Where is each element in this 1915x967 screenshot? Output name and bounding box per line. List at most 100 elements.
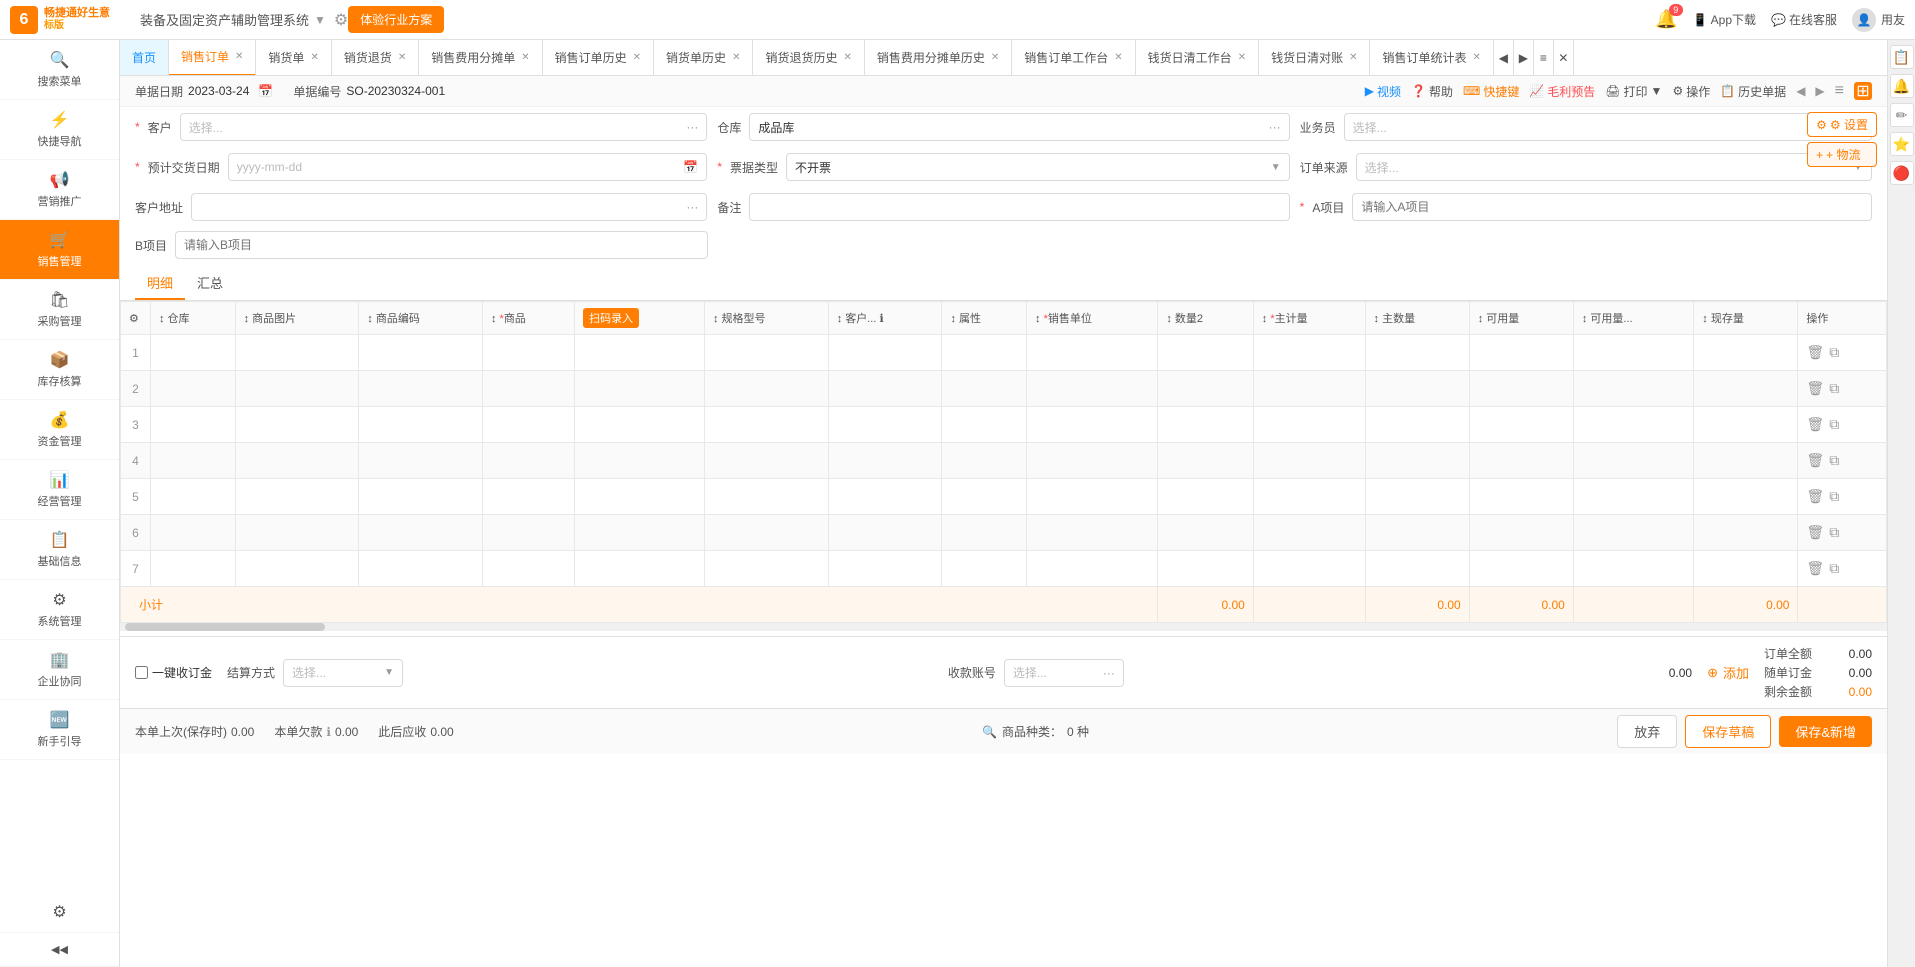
- sidebar-item-basic-info[interactable]: 📋 基础信息: [0, 520, 119, 580]
- help-btn[interactable]: ❓ 帮助: [1411, 83, 1453, 100]
- online-service-btn[interactable]: 💬 在线客服: [1771, 11, 1837, 28]
- invoice-type-select[interactable]: 不开票 ▼: [786, 153, 1290, 181]
- sidebar-item-collapse[interactable]: ◀◀: [0, 933, 119, 967]
- row-2-available[interactable]: [1469, 371, 1573, 407]
- row-1-warehouse[interactable]: [151, 335, 236, 371]
- sidebar-item-enterprise[interactable]: 🏢 企业协同: [0, 640, 119, 700]
- sidebar-item-system[interactable]: ⚙ 系统管理: [0, 580, 119, 640]
- tab-invoice[interactable]: 销货单 ✕: [256, 40, 331, 76]
- row-2-image[interactable]: [235, 371, 359, 407]
- row-1-sales-unit[interactable]: [1027, 335, 1158, 371]
- copy-icon-6[interactable]: ⧉: [1829, 524, 1839, 541]
- delivery-date-input[interactable]: yyyy-mm-dd 📅: [228, 153, 708, 181]
- tab-order-report[interactable]: 销售订单统计表 ✕: [1370, 40, 1493, 76]
- row-1-customer-code[interactable]: [828, 335, 942, 371]
- row-2-code[interactable]: [359, 371, 483, 407]
- split-view-icon[interactable]: ⊞: [1854, 82, 1872, 100]
- row-1-product[interactable]: [482, 335, 574, 371]
- customer-select[interactable]: 选择... ···: [180, 113, 708, 141]
- row-1-scan[interactable]: [575, 335, 705, 371]
- scroll-indicator[interactable]: [120, 623, 1887, 631]
- scan-btn[interactable]: 扫码录入: [583, 308, 639, 328]
- add-product-float-btn[interactable]: + + 物流: [1807, 142, 1877, 167]
- copy-icon-1[interactable]: ⧉: [1829, 344, 1839, 361]
- right-panel-icon-5[interactable]: 🔴: [1890, 161, 1914, 185]
- row-1-attribute[interactable]: [942, 335, 1027, 371]
- tab-close-return[interactable]: ✕: [398, 52, 406, 63]
- profit-btn[interactable]: 📈 毛利预告: [1529, 83, 1595, 100]
- delete-icon-2[interactable]: 🗑: [1806, 380, 1824, 397]
- tab-close-order-report[interactable]: ✕: [1473, 52, 1481, 63]
- row-3-scan[interactable]: [575, 407, 705, 443]
- delete-icon-5[interactable]: 🗑: [1806, 488, 1824, 505]
- row-3-qty2[interactable]: [1158, 407, 1253, 443]
- tab-close-expense-split[interactable]: ✕: [521, 52, 529, 63]
- delete-icon-7[interactable]: 🗑: [1806, 560, 1824, 577]
- add-payment-btn[interactable]: ⊕ 添加: [1707, 663, 1749, 682]
- delete-icon-3[interactable]: 🗑: [1806, 416, 1824, 433]
- tab-home[interactable]: 首页: [120, 40, 169, 76]
- row-2-scan[interactable]: [575, 371, 705, 407]
- history-btn[interactable]: 📋 历史单据: [1720, 83, 1786, 100]
- tab-close-order-workbench[interactable]: ✕: [1114, 52, 1122, 63]
- tab-order-history[interactable]: 销售订单历史 ✕: [543, 40, 654, 76]
- settings-icon[interactable]: ⚙: [334, 10, 348, 30]
- row-1-stock[interactable]: [1694, 335, 1798, 371]
- calendar-icon[interactable]: 📅: [258, 84, 273, 98]
- row-1-main-unit[interactable]: [1253, 335, 1365, 371]
- tab-close-expense-history[interactable]: ✕: [991, 52, 999, 63]
- copy-icon-2[interactable]: ⧉: [1829, 380, 1839, 397]
- tab-order-workbench[interactable]: 销售订单工作台 ✕: [1012, 40, 1135, 76]
- row-3-main-unit[interactable]: [1253, 407, 1365, 443]
- grid-view-icon[interactable]: ≡: [1835, 82, 1844, 100]
- right-panel-icon-1[interactable]: 📋: [1890, 45, 1914, 69]
- receipt-account-select[interactable]: 选择... ···: [1004, 659, 1124, 687]
- industry-btn[interactable]: 体验行业方案: [348, 6, 444, 33]
- shortcut-btn[interactable]: ⌨ 快捷键: [1463, 83, 1519, 100]
- row-3-available2[interactable]: [1573, 407, 1693, 443]
- row-2-product[interactable]: [482, 371, 574, 407]
- sidebar-item-inventory[interactable]: 📦 库存核算: [0, 340, 119, 400]
- row-1-available[interactable]: [1469, 335, 1573, 371]
- row-1-available2[interactable]: [1573, 335, 1693, 371]
- row-2-spec[interactable]: [704, 371, 828, 407]
- operation-btn[interactable]: ⚙ 操作: [1672, 83, 1710, 100]
- copy-icon-7[interactable]: ⧉: [1829, 560, 1839, 577]
- notification-area[interactable]: 🔔 9: [1655, 9, 1677, 30]
- sidebar-item-settings[interactable]: ⚙: [0, 892, 119, 933]
- tab-expense-split[interactable]: 销售费用分摊单 ✕: [419, 40, 542, 76]
- row-2-main-qty[interactable]: [1365, 371, 1469, 407]
- right-panel-icon-2[interactable]: 🔔: [1890, 74, 1914, 98]
- row-3-warehouse[interactable]: [151, 407, 236, 443]
- sidebar-item-finance[interactable]: 💰 资金管理: [0, 400, 119, 460]
- tab-close-return-history[interactable]: ✕: [843, 52, 851, 63]
- row-1-image[interactable]: [235, 335, 359, 371]
- row-2-sales-unit[interactable]: [1027, 371, 1158, 407]
- tab-close-invoice-history[interactable]: ✕: [732, 52, 740, 63]
- row-2-warehouse[interactable]: [151, 371, 236, 407]
- tab-close-all-btn[interactable]: ✕: [1554, 40, 1574, 76]
- tab-daily-workbench[interactable]: 钱货日清工作台 ✕: [1136, 40, 1259, 76]
- row-2-available2[interactable]: [1573, 371, 1693, 407]
- delete-icon-1[interactable]: 🗑: [1806, 344, 1824, 361]
- sidebar-item-newbie[interactable]: 🆕 新手引导: [0, 700, 119, 760]
- print-dropdown-icon[interactable]: ▼: [1651, 84, 1663, 98]
- save-new-btn[interactable]: 保存&新增: [1779, 716, 1872, 747]
- tab-close-daily-workbench[interactable]: ✕: [1238, 52, 1246, 63]
- discard-btn[interactable]: 放弃: [1617, 715, 1677, 748]
- row-3-spec[interactable]: [704, 407, 828, 443]
- sidebar-item-purchase[interactable]: 🛍 采购管理: [0, 280, 119, 340]
- right-panel-icon-3[interactable]: ✏: [1890, 103, 1914, 127]
- nav-prev-icon[interactable]: ◀: [1796, 84, 1805, 98]
- tab-return-history[interactable]: 销货退货历史 ✕: [753, 40, 864, 76]
- sidebar-item-marketing[interactable]: 📢 营销推广: [0, 160, 119, 220]
- warehouse-select[interactable]: 成品库 ···: [749, 113, 1289, 141]
- payment-method-select[interactable]: 选择... ▼: [283, 659, 403, 687]
- sidebar-item-quicknav[interactable]: ⚡ 快捷导航: [0, 100, 119, 160]
- row-2-customer-code[interactable]: [828, 371, 942, 407]
- one-click-checkbox[interactable]: [135, 666, 148, 679]
- tab-prev-btn[interactable]: ◀: [1494, 40, 1514, 76]
- tab-sales-order[interactable]: 销售订单 ✕: [169, 40, 256, 76]
- col-settings[interactable]: ⚙: [121, 302, 151, 335]
- tab-menu-btn[interactable]: ≡: [1534, 40, 1554, 76]
